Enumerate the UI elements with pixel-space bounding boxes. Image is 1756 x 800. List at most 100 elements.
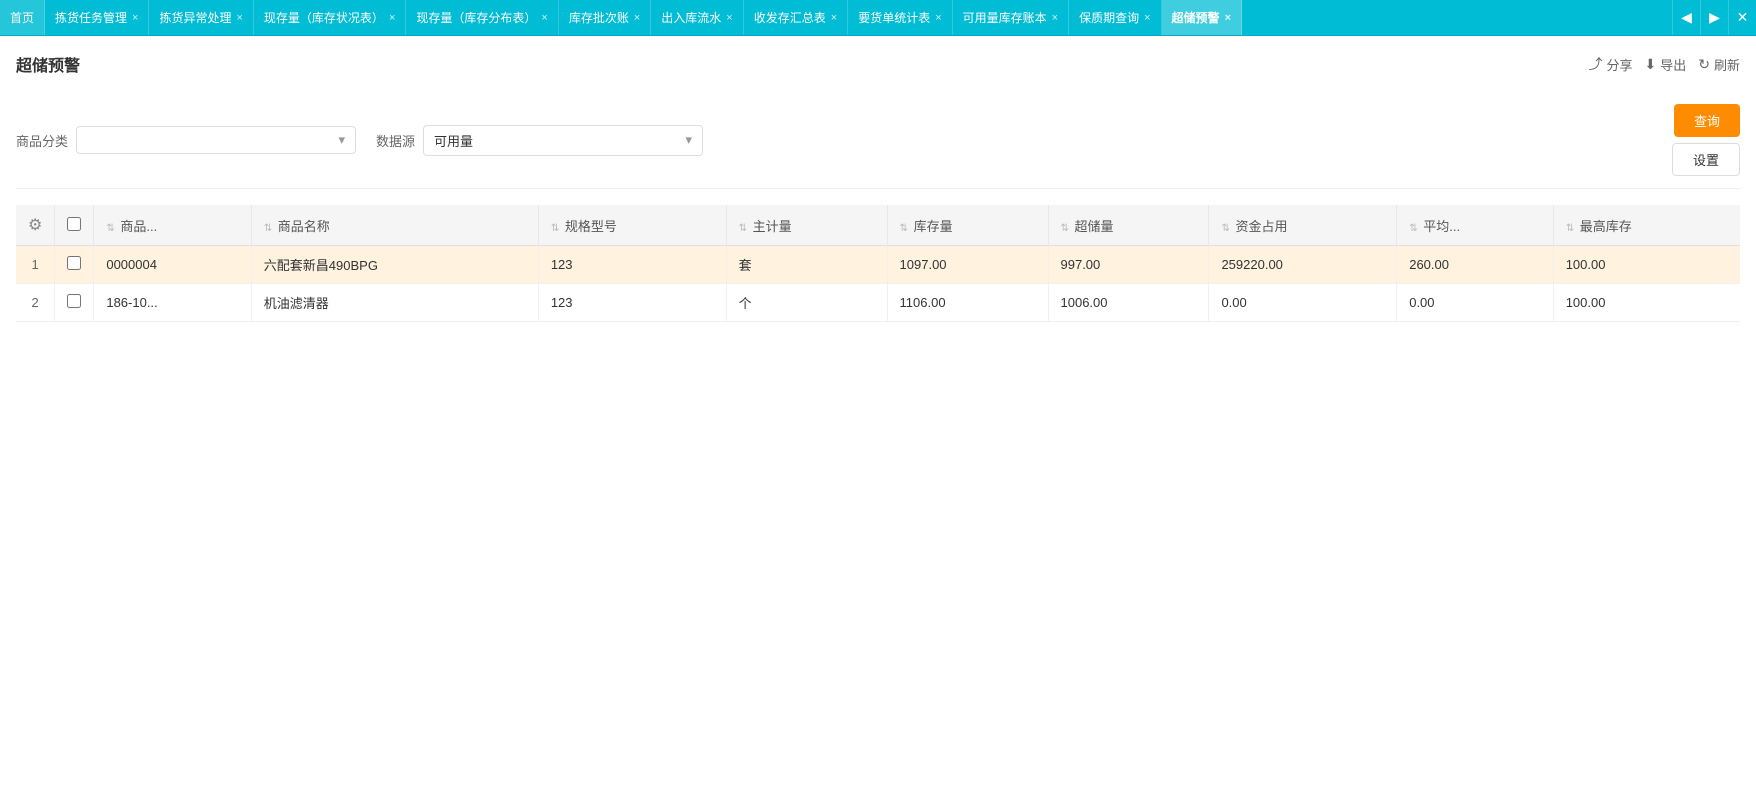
- nav-batch-account[interactable]: 库存批次账 ×: [559, 0, 651, 35]
- refresh-icon: ↻: [1698, 56, 1710, 73]
- export-button[interactable]: ⬇ 导出: [1645, 55, 1687, 74]
- cell-max-stock: 100.00: [1553, 246, 1740, 284]
- close-tab-9[interactable]: ×: [1052, 12, 1058, 24]
- sort-icon-avg[interactable]: ⇅: [1409, 223, 1417, 234]
- cell-capital: 0.00: [1209, 284, 1397, 322]
- cell-product-name: 机油滤清器: [251, 284, 538, 322]
- top-navigation: 首页 拣货任务管理 × 拣货异常处理 × 现存量（库存状况表） × 现存量（库存…: [0, 0, 1756, 36]
- nav-overstock[interactable]: 超储预警 ×: [1162, 0, 1242, 35]
- cell-unit: 套: [726, 246, 887, 284]
- category-select[interactable]: ▾: [76, 126, 356, 154]
- cell-stock: 1106.00: [887, 284, 1048, 322]
- row-checkbox[interactable]: [67, 256, 81, 270]
- export-icon: ⬇: [1645, 56, 1657, 73]
- datasource-filter: 数据源 可用量 ▾: [376, 125, 703, 156]
- close-tab-10[interactable]: ×: [1144, 12, 1150, 24]
- nav-flow[interactable]: 出入库流水 ×: [651, 0, 743, 35]
- sort-icon-code[interactable]: ⇅: [106, 223, 114, 234]
- row-checkbox[interactable]: [67, 294, 81, 308]
- close-tab-11[interactable]: ×: [1225, 12, 1231, 24]
- cell-product-code: 186-10...: [94, 284, 251, 322]
- settings-button[interactable]: 设置: [1672, 143, 1740, 176]
- share-button[interactable]: ⤴ 分享: [1588, 54, 1632, 74]
- gear-icon[interactable]: ⚙: [28, 217, 42, 234]
- nav-available-stock[interactable]: 可用量库存账本 ×: [953, 0, 1069, 35]
- page-header: 超储预警 ⤴ 分享 ⬇ 导出 ↻ 刷新: [16, 52, 1740, 76]
- th-unit: ⇅ 主计量: [726, 205, 887, 246]
- nav-stock-dist[interactable]: 现存量（库存分布表） ×: [406, 0, 558, 35]
- row-checkbox-cell: [55, 246, 94, 284]
- close-tab-8[interactable]: ×: [935, 12, 941, 24]
- nav-arrow-right[interactable]: ▶: [1700, 0, 1728, 35]
- datasource-select[interactable]: 可用量 ▾: [423, 125, 703, 156]
- datasource-label: 数据源: [376, 131, 415, 150]
- nav-arrows: ◀ ▶ ✕: [1672, 0, 1756, 35]
- nav-close-all[interactable]: ✕: [1728, 0, 1756, 35]
- th-product-code: ⇅ 商品...: [94, 205, 251, 246]
- nav-summary[interactable]: 收发存汇总表 ×: [744, 0, 848, 35]
- close-tab-6[interactable]: ×: [726, 12, 732, 24]
- close-tab-4[interactable]: ×: [541, 12, 547, 24]
- th-avg: ⇅ 平均...: [1397, 205, 1553, 246]
- page-actions: ⤴ 分享 ⬇ 导出 ↻ 刷新: [1588, 54, 1740, 74]
- nav-task-mgmt[interactable]: 拣货任务管理 ×: [45, 0, 149, 35]
- row-checkbox-cell: [55, 284, 94, 322]
- sort-icon-spec[interactable]: ⇅: [551, 223, 559, 234]
- refresh-button[interactable]: ↻ 刷新: [1698, 55, 1740, 74]
- datasource-value: 可用量: [434, 131, 473, 150]
- cell-unit: 个: [726, 284, 887, 322]
- datasource-arrow-icon: ▾: [686, 132, 693, 148]
- select-all-checkbox[interactable]: [67, 217, 81, 231]
- th-spec: ⇅ 规格型号: [538, 205, 726, 246]
- th-product-name: ⇅ 商品名称: [251, 205, 538, 246]
- cell-stock: 1097.00: [887, 246, 1048, 284]
- cell-avg: 260.00: [1397, 246, 1553, 284]
- page-title: 超储预警: [16, 52, 80, 76]
- th-checkbox: [55, 205, 94, 246]
- query-button[interactable]: 查询: [1674, 104, 1740, 137]
- filter-row: 商品分类 ▾ 数据源 可用量 ▾ 查询 设置: [16, 92, 1740, 189]
- sort-icon-stock[interactable]: ⇅: [900, 223, 908, 234]
- sort-icon-unit[interactable]: ⇅: [739, 223, 747, 234]
- th-capital: ⇅ 资金占用: [1209, 205, 1397, 246]
- th-max-stock: ⇅ 最高库存: [1553, 205, 1740, 246]
- close-tab-1[interactable]: ×: [132, 12, 138, 24]
- cell-capital: 259220.00: [1209, 246, 1397, 284]
- category-arrow-icon: ▾: [338, 132, 345, 148]
- table-header-row: ⚙ ⇅ 商品... ⇅ 商品名称 ⇅ 规格型号 ⇅: [16, 205, 1740, 246]
- nav-stock-status[interactable]: 现存量（库存状况表） ×: [254, 0, 406, 35]
- nav-arrow-left[interactable]: ◀: [1672, 0, 1700, 35]
- page-content: 超储预警 ⤴ 分享 ⬇ 导出 ↻ 刷新 商品分类 ▾ 数据源: [0, 36, 1756, 800]
- nav-exception[interactable]: 拣货异常处理 ×: [149, 0, 253, 35]
- overstock-table: ⚙ ⇅ 商品... ⇅ 商品名称 ⇅ 规格型号 ⇅: [16, 205, 1740, 322]
- sort-icon-max[interactable]: ⇅: [1566, 223, 1574, 234]
- table-row: 1 0000004 六配套新昌490BPG 123 套 1097.00 997.…: [16, 246, 1740, 284]
- close-tab-3[interactable]: ×: [389, 12, 395, 24]
- row-num: 2: [16, 284, 55, 322]
- close-tab-5[interactable]: ×: [634, 12, 640, 24]
- th-settings: ⚙: [16, 205, 55, 246]
- sort-icon-overstock[interactable]: ⇅: [1061, 223, 1069, 234]
- category-label: 商品分类: [16, 131, 68, 150]
- share-icon: ⤴: [1588, 54, 1602, 74]
- close-tab-7[interactable]: ×: [831, 12, 837, 24]
- cell-avg: 0.00: [1397, 284, 1553, 322]
- cell-product-code: 0000004: [94, 246, 251, 284]
- cell-max-stock: 100.00: [1553, 284, 1740, 322]
- sort-icon-capital[interactable]: ⇅: [1221, 223, 1229, 234]
- cell-overstock: 997.00: [1048, 246, 1209, 284]
- filter-buttons: 查询 设置: [1672, 104, 1740, 176]
- cell-spec: 123: [538, 246, 726, 284]
- nav-expiry[interactable]: 保质期查询 ×: [1069, 0, 1161, 35]
- sort-icon-name[interactable]: ⇅: [264, 223, 272, 234]
- category-filter: 商品分类 ▾: [16, 126, 356, 154]
- nav-req-stats[interactable]: 要货单统计表 ×: [848, 0, 952, 35]
- table-row: 2 186-10... 机油滤清器 123 个 1106.00 1006.00 …: [16, 284, 1740, 322]
- cell-product-name: 六配套新昌490BPG: [251, 246, 538, 284]
- row-num: 1: [16, 246, 55, 284]
- nav-home[interactable]: 首页: [0, 0, 45, 35]
- th-stock: ⇅ 库存量: [887, 205, 1048, 246]
- cell-overstock: 1006.00: [1048, 284, 1209, 322]
- cell-spec: 123: [538, 284, 726, 322]
- close-tab-2[interactable]: ×: [236, 12, 242, 24]
